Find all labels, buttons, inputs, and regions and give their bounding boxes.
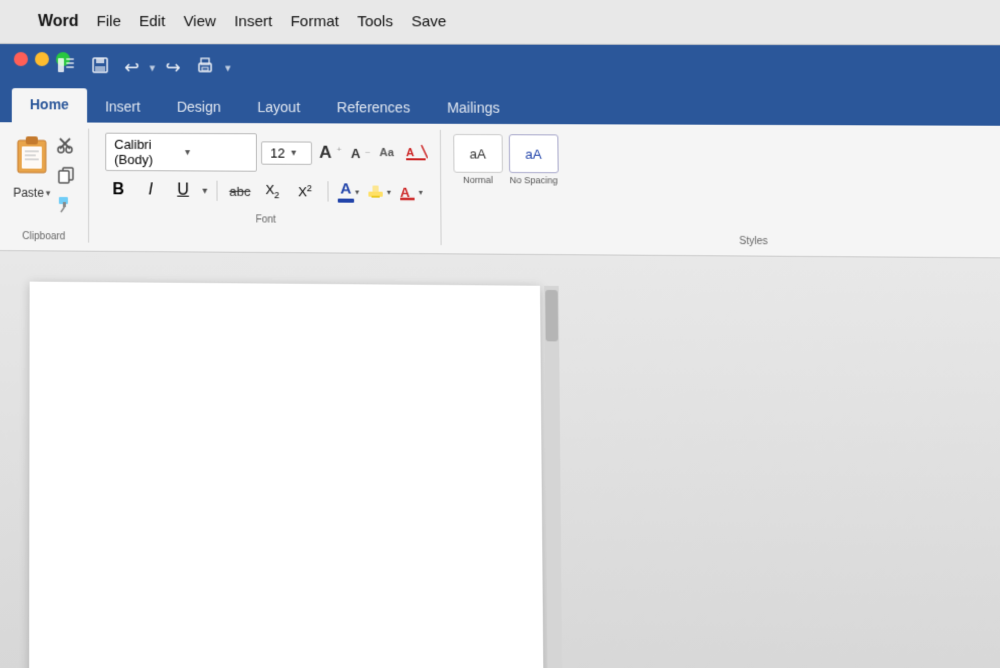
paste-button[interactable]: Paste ▾ [12,132,52,200]
mac-menubar: Word File Edit View Insert Format Tools … [0,0,1000,45]
paste-dropdown-arrow[interactable]: ▾ [46,187,51,198]
font-color2-icon: A [397,182,418,202]
style-no-spacing[interactable]: aA No Spacing [509,134,559,185]
font-color2-dropdown[interactable]: ▾ [419,187,423,196]
cut-icon[interactable] [56,134,76,162]
font-row1: Calibri (Body) ▾ 12 ▾ A + A – [105,133,427,173]
font-color-group: A ▾ [338,180,360,202]
bold-button[interactable]: B [105,177,131,203]
sidebar-toggle-icon[interactable] [52,53,80,82]
paste-area: Paste ▾ [12,128,76,227]
decrease-font-size-button[interactable]: A [348,145,364,160]
undo-dropdown[interactable]: ▾ [150,61,156,74]
italic-label: I [148,181,153,199]
highlight-dropdown[interactable]: ▾ [387,187,391,196]
quick-access-toolbar: ↩ ▾ ↪ ▾ [52,50,231,87]
undo-icon[interactable]: ↩ [120,55,143,80]
menu-view[interactable]: View [183,13,216,30]
menu-word[interactable]: Word [38,13,79,31]
tab-home[interactable]: Home [12,88,87,122]
underline-label: U [177,181,189,199]
strikethrough-label: abc [229,183,250,198]
font-color-dropdown[interactable]: ▾ [355,187,359,196]
document-page[interactable] [29,282,543,668]
qa-more-dropdown[interactable]: ▾ [225,61,231,74]
font-name-dropdown-arrow[interactable]: ▾ [185,147,248,158]
svg-text:A: A [406,147,414,159]
styles-group-label: Styles [454,230,1000,250]
word-application: Word File Edit View Insert Format Tools … [0,0,1000,668]
menu-save[interactable]: Save [411,13,446,30]
font-size-selector[interactable]: 12 ▾ [261,141,312,165]
menu-insert[interactable]: Insert [234,13,272,30]
menu-tools[interactable]: Tools [357,13,393,30]
minimize-button[interactable] [35,52,49,66]
clipboard-group-label: Clipboard [12,231,76,243]
font-color-label: A [340,180,351,197]
paste-label: Paste [13,186,44,200]
styles-list: aA Normal aA No Spacing [453,134,1000,188]
close-button[interactable] [14,52,28,66]
font-color-bar [338,199,354,203]
menu-format[interactable]: Format [290,13,338,30]
font-color-button[interactable]: A [338,180,354,202]
document-area [0,251,1000,668]
font-size-buttons: A + A – Aa A [316,139,427,167]
menu-edit[interactable]: Edit [139,13,165,30]
copy-icon[interactable] [56,164,76,192]
styles-group: aA Normal aA No Spacing Styles [449,130,1000,250]
superscript-label: X2 [298,183,312,200]
print-icon[interactable] [191,53,219,82]
clipboard-group: Paste ▾ [12,128,89,243]
menu-file[interactable]: File [97,13,121,30]
subscript-button[interactable]: X2 [259,178,286,205]
font-size-dropdown-arrow[interactable]: ▾ [291,147,296,158]
highlight-color-group: ▾ [365,181,391,201]
superscript-button[interactable]: X2 [292,178,319,205]
font-name-display: Calibri (Body) [114,137,177,168]
underline-button[interactable]: U [170,177,196,203]
increase-icon: + [337,144,342,153]
font-color2-button[interactable]: A [397,182,418,202]
tab-references[interactable]: References [318,91,428,124]
style-normal-label: Normal [463,175,493,185]
paste-icon [12,132,52,184]
ribbon-tabs: Home Insert Design Layout References Mai… [12,88,1000,126]
style-no-spacing-label: No Spacing [510,175,558,185]
font-color2-group: A ▾ [397,182,423,203]
italic-button[interactable]: I [138,177,164,203]
format-painter-icon[interactable] [56,194,76,222]
tab-insert[interactable]: Insert [87,90,159,122]
font-group-label: Font [105,213,428,226]
increase-font-size-button[interactable]: A [316,143,335,163]
redo-icon[interactable]: ↪ [161,55,184,80]
strikethrough-button[interactable]: abc [227,178,253,205]
tab-layout[interactable]: Layout [239,91,318,124]
save-icon[interactable] [86,53,114,82]
highlighter-icon [365,181,386,201]
svg-text:Aa: Aa [379,146,394,158]
font-name-selector[interactable]: Calibri (Body) ▾ [105,133,257,172]
tab-design[interactable]: Design [159,91,240,124]
decrease-icon: – [365,146,370,155]
ribbon-content: Paste ▾ [0,122,1000,259]
highlight-button[interactable] [365,181,386,201]
change-case-icon[interactable]: Aa [378,139,401,167]
screen-wrapper: Word File Edit View Insert Format Tools … [0,0,1000,668]
font-row2: B I U ▾ abc [105,177,428,205]
font-size-display: 12 [270,145,285,160]
format-separator-2 [327,181,328,201]
font-group: Calibri (Body) ▾ 12 ▾ A + A – [101,129,441,246]
clear-formatting-icon[interactable]: A [405,139,428,167]
bold-label: B [112,181,124,199]
document-scrollbar[interactable] [544,286,562,668]
tab-mailings[interactable]: Mailings [428,91,518,124]
underline-dropdown[interactable]: ▾ [202,185,207,196]
clipboard-icons [56,132,76,223]
ribbon-background: ↩ ▾ ↪ ▾ Home Insert Design Layout Refere… [0,44,1000,126]
document-scrollbar-thumb[interactable] [545,290,558,342]
format-separator-1 [217,181,218,201]
subscript-label: X2 [265,182,279,200]
style-normal[interactable]: aA Normal [453,134,503,185]
